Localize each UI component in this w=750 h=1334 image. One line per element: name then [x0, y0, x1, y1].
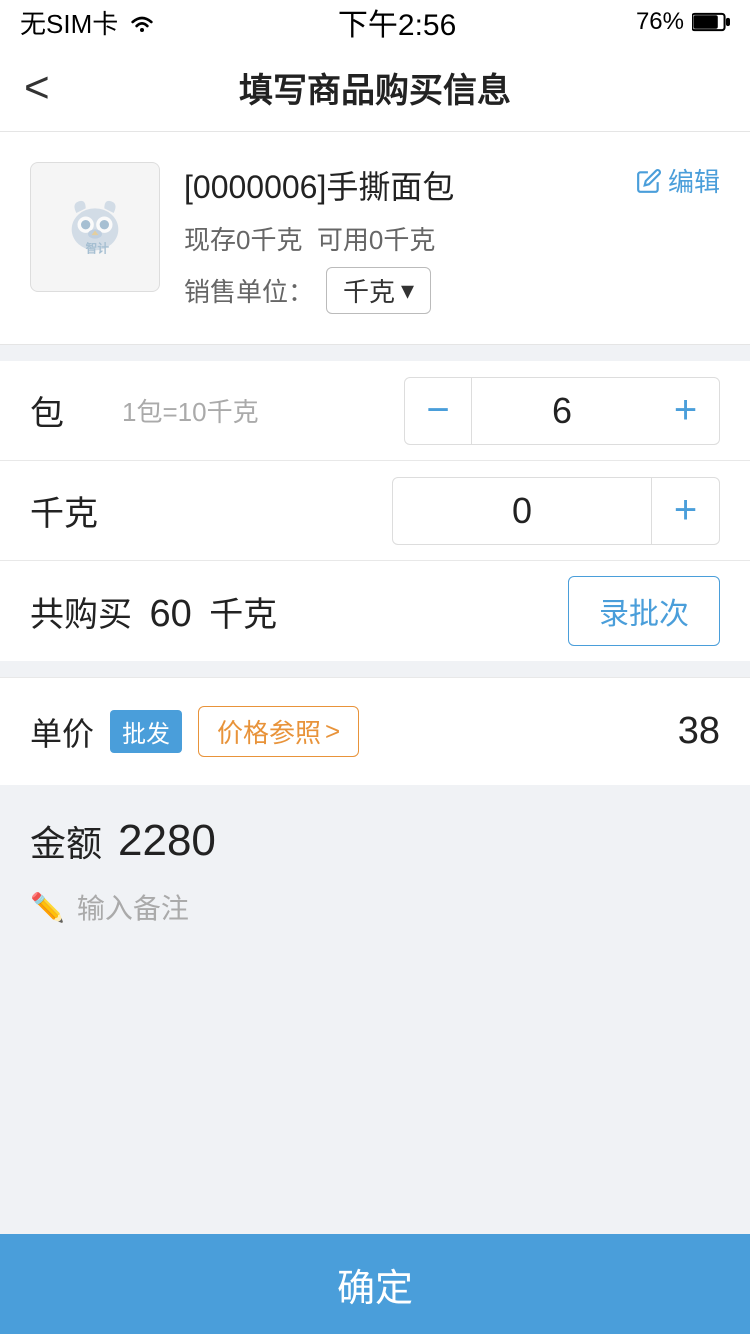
price-ref-button[interactable]: 价格参照 > — [198, 706, 359, 757]
confirm-button[interactable]: 确定 — [0, 1234, 750, 1334]
summary-quantity: 60 — [149, 593, 191, 635]
batch-button[interactable]: 录批次 — [568, 576, 720, 646]
product-stock: 现存0千克 可用0千克 — [184, 220, 720, 257]
price-section: 单价 批发 价格参照 > 38 — [0, 677, 750, 785]
note-row[interactable]: ✏️ 输入备注 — [30, 887, 720, 927]
amount-section: 金额 2280 ✏️ 输入备注 — [0, 785, 750, 947]
svg-text:智计: 智计 — [85, 242, 110, 256]
edit-icon — [636, 168, 662, 194]
product-image: 智计 — [30, 162, 160, 292]
amount-value: 2280 — [118, 816, 216, 866]
bottom-fill — [0, 947, 750, 1247]
summary-prefix: 共购买 — [30, 596, 132, 634]
product-unit-row: 销售单位： 千克 ▾ — [184, 267, 720, 314]
package-row: 包 1包=10千克 − + — [0, 361, 750, 461]
note-icon: ✏️ — [30, 891, 65, 924]
amount-label: 金额 — [30, 815, 102, 867]
carrier-text: 无SIM卡 — [20, 4, 118, 41]
kilogram-quantity-control: + — [392, 477, 720, 545]
kilogram-row: 千克 + — [0, 461, 750, 561]
price-label: 单价 — [30, 709, 94, 755]
price-badge: 批发 — [110, 710, 182, 753]
battery-percent: 76% — [636, 8, 684, 36]
section-divider-2 — [0, 661, 750, 677]
edit-label: 编辑 — [668, 162, 720, 199]
battery-icon — [692, 11, 730, 33]
package-label: 包 — [30, 386, 110, 435]
product-card: 智计 [0000006]手撕面包 现存0千克 可用0千克 销售单位： 千克 ▾ … — [0, 132, 750, 345]
back-button[interactable]: < — [24, 66, 50, 110]
package-hint: 1包=10千克 — [122, 392, 404, 429]
summary-unit: 千克 — [209, 596, 277, 634]
status-bar: 无SIM卡 下午2:56 76% — [0, 0, 750, 44]
price-ref-arrow: > — [325, 716, 340, 747]
unit-label: 销售单位： — [184, 272, 314, 309]
kilogram-increment-button[interactable]: + — [652, 477, 720, 545]
unit-dropdown[interactable]: 千克 ▾ — [326, 267, 431, 314]
product-card-wrapper: 智计 [0000006]手撕面包 现存0千克 可用0千克 销售单位： 千克 ▾ … — [0, 132, 750, 345]
package-quantity-control: − + — [404, 377, 720, 445]
kilogram-quantity-input[interactable] — [392, 477, 652, 545]
summary-text: 共购买 60 千克 — [30, 587, 277, 636]
product-logo-icon: 智计 — [60, 192, 130, 262]
price-value: 38 — [678, 710, 720, 753]
package-decrement-button[interactable]: − — [404, 377, 472, 445]
edit-button[interactable]: 编辑 — [636, 162, 720, 199]
note-placeholder: 输入备注 — [77, 887, 189, 927]
wifi-icon — [126, 11, 158, 33]
page-title: 填写商品购买信息 — [239, 63, 511, 112]
input-section: 包 1包=10千克 − + 千克 + 共购买 60 千克 录批次 — [0, 361, 750, 661]
status-time: 下午2:56 — [338, 0, 456, 44]
package-increment-button[interactable]: + — [652, 377, 720, 445]
status-left: 无SIM卡 — [20, 4, 158, 41]
nav-bar: < 填写商品购买信息 — [0, 44, 750, 132]
price-ref-label: 价格参照 — [217, 713, 321, 750]
amount-row: 金额 2280 — [30, 815, 720, 867]
package-quantity-input[interactable] — [472, 377, 652, 445]
status-right: 76% — [636, 8, 730, 36]
section-divider-1 — [0, 345, 750, 361]
summary-row: 共购买 60 千克 录批次 — [0, 561, 750, 661]
kilogram-label: 千克 — [30, 486, 110, 535]
